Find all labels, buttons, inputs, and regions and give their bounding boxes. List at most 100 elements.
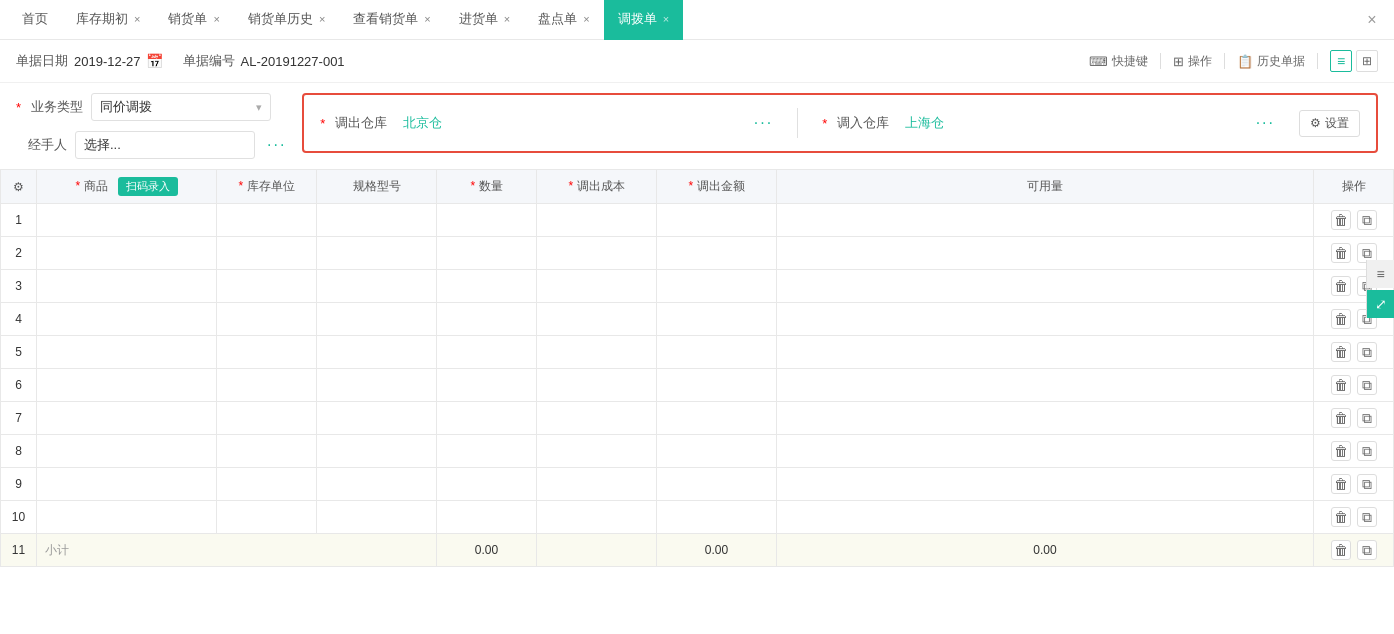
- row-amount[interactable]: [657, 369, 777, 402]
- row-cost[interactable]: [537, 402, 657, 435]
- row-cost[interactable]: [537, 237, 657, 270]
- agent-more-button[interactable]: ···: [267, 136, 286, 154]
- row-available[interactable]: [777, 435, 1314, 468]
- copy-icon[interactable]: ⧉: [1357, 408, 1377, 428]
- row-available[interactable]: [777, 369, 1314, 402]
- row-product[interactable]: [37, 369, 217, 402]
- copy-icon[interactable]: ⧉: [1357, 474, 1377, 494]
- tab-transfer-close[interactable]: ×: [663, 13, 669, 25]
- delete-icon[interactable]: 🗑: [1331, 309, 1351, 329]
- business-type-selector[interactable]: 同价调拨 ▾: [91, 93, 271, 121]
- delete-icon[interactable]: 🗑: [1331, 474, 1351, 494]
- row-spec[interactable]: [317, 204, 437, 237]
- row-product[interactable]: [37, 435, 217, 468]
- grid-view-button[interactable]: ⊞: [1356, 50, 1378, 72]
- th-gear[interactable]: ⚙: [1, 170, 37, 204]
- row-unit[interactable]: [217, 270, 317, 303]
- row-unit[interactable]: [217, 468, 317, 501]
- row-available[interactable]: [777, 468, 1314, 501]
- row-spec[interactable]: [317, 336, 437, 369]
- row-amount[interactable]: [657, 468, 777, 501]
- delete-icon[interactable]: 🗑: [1331, 210, 1351, 230]
- delete-icon[interactable]: 🗑: [1331, 342, 1351, 362]
- row-amount[interactable]: [657, 435, 777, 468]
- copy-icon[interactable]: ⧉: [1357, 441, 1377, 461]
- row-spec[interactable]: [317, 369, 437, 402]
- row-product[interactable]: [37, 270, 217, 303]
- tab-view-sales-close[interactable]: ×: [424, 13, 430, 25]
- side-list-button[interactable]: ≡: [1366, 260, 1394, 288]
- row-cost[interactable]: [537, 270, 657, 303]
- row-product[interactable]: [37, 501, 217, 534]
- tab-view-sales[interactable]: 查看销货单 ×: [339, 0, 444, 40]
- row-available[interactable]: [777, 501, 1314, 534]
- row-unit[interactable]: [217, 336, 317, 369]
- row-qty[interactable]: [437, 435, 537, 468]
- calendar-icon[interactable]: 📅: [147, 53, 163, 69]
- delete-icon[interactable]: 🗑: [1331, 276, 1351, 296]
- row-unit[interactable]: [217, 435, 317, 468]
- row-product[interactable]: [37, 204, 217, 237]
- delete-icon[interactable]: 🗑: [1331, 375, 1351, 395]
- row-amount[interactable]: [657, 336, 777, 369]
- tab-inventory-init-close[interactable]: ×: [134, 13, 140, 25]
- row-cost[interactable]: [537, 435, 657, 468]
- row-qty[interactable]: [437, 501, 537, 534]
- list-view-button[interactable]: ≡: [1330, 50, 1352, 72]
- tab-sales[interactable]: 销货单 ×: [154, 0, 233, 40]
- row-unit[interactable]: [217, 204, 317, 237]
- row-available[interactable]: [777, 270, 1314, 303]
- row-amount[interactable]: [657, 270, 777, 303]
- row-available[interactable]: [777, 336, 1314, 369]
- side-expand-button[interactable]: ⤢: [1366, 290, 1394, 318]
- copy-icon[interactable]: ⧉: [1357, 210, 1377, 230]
- row-qty[interactable]: [437, 369, 537, 402]
- warehouse-out-more-button[interactable]: ···: [754, 114, 773, 132]
- row-amount[interactable]: [657, 402, 777, 435]
- settings-button[interactable]: ⚙ 设置: [1299, 110, 1360, 137]
- row-spec[interactable]: [317, 468, 437, 501]
- row-amount[interactable]: [657, 501, 777, 534]
- row-qty[interactable]: [437, 270, 537, 303]
- row-product[interactable]: [37, 303, 217, 336]
- row-qty[interactable]: [437, 303, 537, 336]
- row-spec[interactable]: [317, 402, 437, 435]
- shortcuts-button[interactable]: ⌨ 快捷键: [1089, 53, 1148, 70]
- tab-sales-history[interactable]: 销货单历史 ×: [234, 0, 339, 40]
- row-cost[interactable]: [537, 468, 657, 501]
- delete-icon[interactable]: 🗑: [1331, 243, 1351, 263]
- tab-sales-history-close[interactable]: ×: [319, 13, 325, 25]
- tab-stocktake[interactable]: 盘点单 ×: [524, 0, 603, 40]
- row-qty[interactable]: [437, 468, 537, 501]
- row-qty[interactable]: [437, 336, 537, 369]
- tab-purchase[interactable]: 进货单 ×: [445, 0, 524, 40]
- row-amount[interactable]: [657, 303, 777, 336]
- copy-icon[interactable]: ⧉: [1357, 375, 1377, 395]
- row-product[interactable]: [37, 468, 217, 501]
- row-available[interactable]: [777, 237, 1314, 270]
- tab-purchase-close[interactable]: ×: [504, 13, 510, 25]
- row-unit[interactable]: [217, 402, 317, 435]
- tab-sales-close[interactable]: ×: [213, 13, 219, 25]
- date-value[interactable]: 2019-12-27: [74, 54, 141, 69]
- history-button[interactable]: 📋 历史单据: [1237, 53, 1305, 70]
- row-qty[interactable]: [437, 204, 537, 237]
- window-close-button[interactable]: ×: [1358, 6, 1386, 34]
- warehouse-out-value[interactable]: 北京仓: [403, 114, 442, 132]
- row-unit[interactable]: [217, 501, 317, 534]
- row-spec[interactable]: [317, 270, 437, 303]
- row-available[interactable]: [777, 204, 1314, 237]
- row-unit[interactable]: [217, 303, 317, 336]
- row-product[interactable]: [37, 237, 217, 270]
- delete-icon[interactable]: 🗑: [1331, 441, 1351, 461]
- row-amount[interactable]: [657, 237, 777, 270]
- row-cost[interactable]: [537, 369, 657, 402]
- row-product[interactable]: [37, 336, 217, 369]
- row-cost[interactable]: [537, 204, 657, 237]
- row-spec[interactable]: [317, 501, 437, 534]
- row-cost[interactable]: [537, 336, 657, 369]
- row-cost[interactable]: [537, 501, 657, 534]
- operations-button[interactable]: ⊞ 操作: [1173, 53, 1212, 70]
- row-spec[interactable]: [317, 435, 437, 468]
- delete-icon[interactable]: 🗑: [1331, 408, 1351, 428]
